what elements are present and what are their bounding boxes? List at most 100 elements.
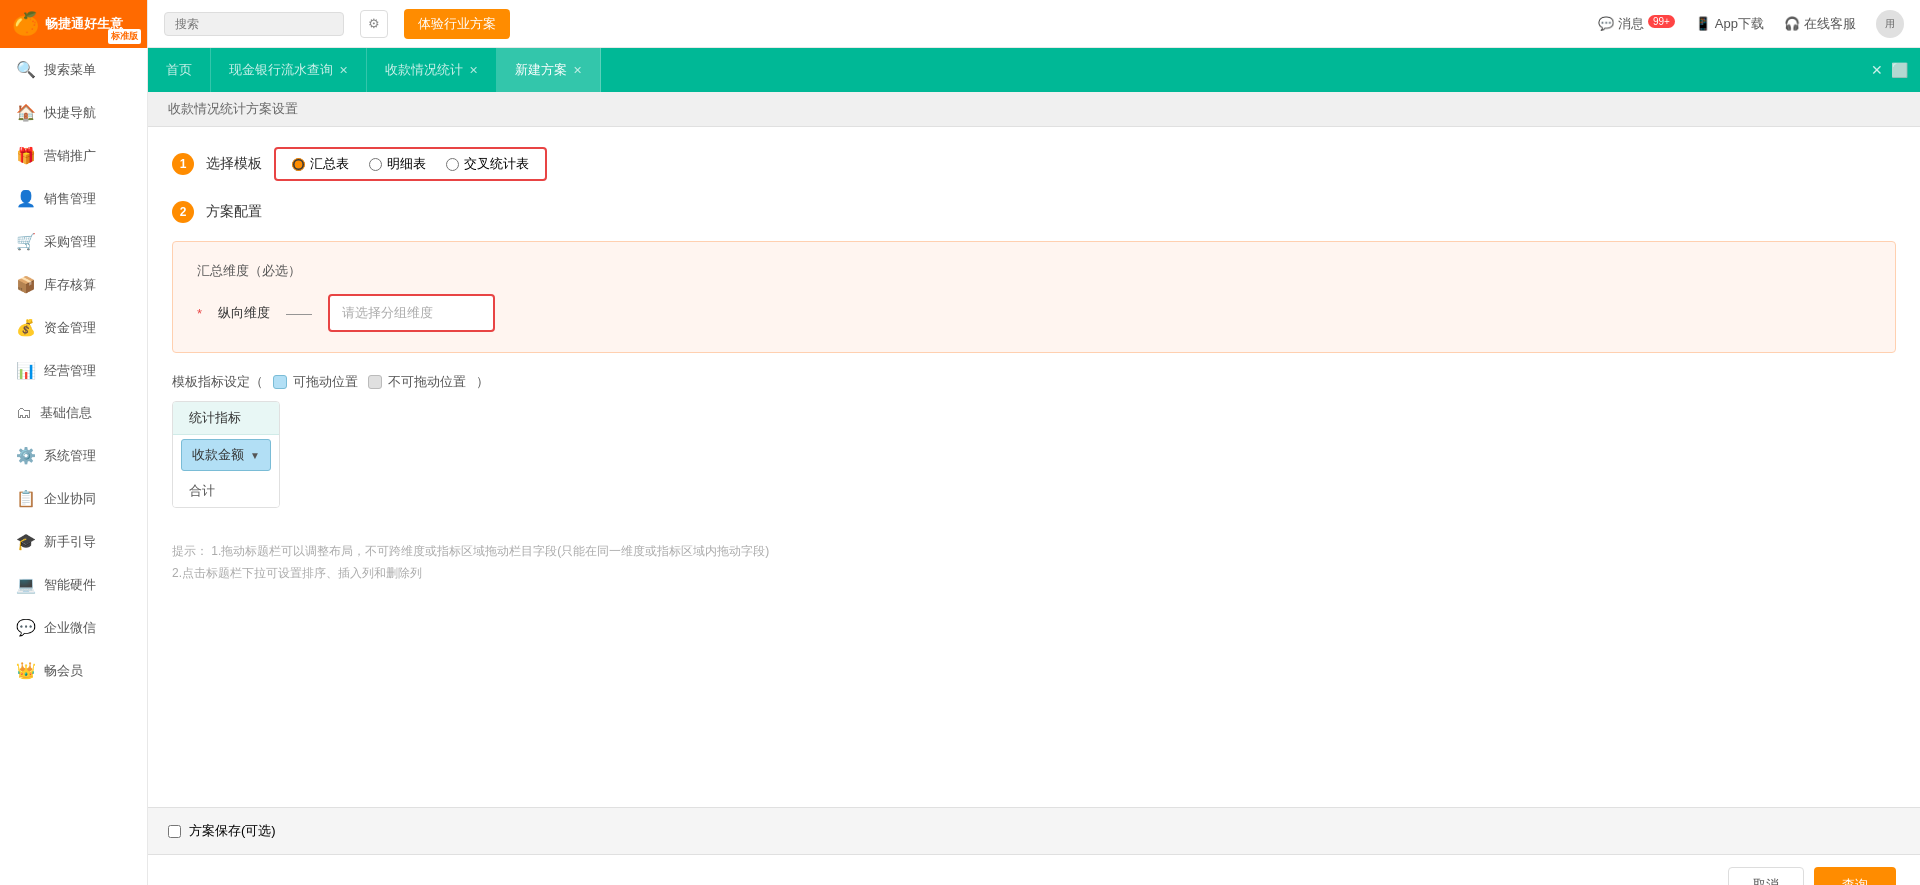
download-label: App下载 [1715, 15, 1764, 33]
sidebar-item-label: 营销推广 [44, 147, 96, 165]
step1-title: 选择模板 [206, 155, 262, 173]
download-icon: 📱 [1695, 16, 1711, 31]
sidebar-item-search[interactable]: 🔍 搜索菜单 [0, 48, 147, 91]
sidebar-item-hardware[interactable]: 💻 智能硬件 [0, 563, 147, 606]
sidebar-item-basic[interactable]: 🗂 基础信息 [0, 392, 147, 434]
tab-cash[interactable]: 现金银行流水查询 ✕ [211, 48, 367, 92]
notification-button[interactable]: 💬 消息 99+ [1598, 15, 1675, 33]
fixed-dot [368, 375, 382, 389]
page-title: 收款情况统计方案设置 [168, 101, 298, 116]
step1-section: 1 选择模板 汇总表 明细表 交叉统计表 [172, 147, 1896, 181]
movable-dot [273, 375, 287, 389]
gift-icon: 🎁 [16, 146, 36, 165]
indicator-subtag-total: 合计 [173, 475, 279, 507]
save-checkbox[interactable] [168, 825, 181, 838]
template-radio-group: 汇总表 明细表 交叉统计表 [274, 147, 547, 181]
sidebar-item-inventory[interactable]: 📦 库存核算 [0, 263, 147, 306]
tab-cash-label: 现金银行流水查询 [229, 61, 333, 79]
sidebar-item-nav[interactable]: 🏠 快捷导航 [0, 91, 147, 134]
search-icon: 🔍 [16, 60, 36, 79]
logo-badge: 标准版 [108, 29, 141, 44]
dimension-block: 汇总维度（必选） * 纵向维度 —— 请选择分组维度 [172, 241, 1896, 353]
sidebar-item-label: 销售管理 [44, 190, 96, 208]
content-area: 收款情况统计方案设置 1 选择模板 汇总表 明细表 [148, 92, 1920, 885]
service-label: 在线客服 [1804, 15, 1856, 33]
sidebar-item-label: 经营管理 [44, 362, 96, 380]
dim-placeholder: 请选择分组维度 [342, 305, 433, 320]
sidebar-item-guide[interactable]: 🎓 新手引导 [0, 520, 147, 563]
query-button[interactable]: 查询 [1814, 867, 1896, 885]
tip-text-2: 2.点击标题栏下拉可设置排序、插入列和删除列 [172, 563, 422, 585]
user-icon: 👤 [16, 189, 36, 208]
step2-header: 2 方案配置 [172, 201, 1896, 223]
money-icon: 💰 [16, 318, 36, 337]
user-avatar[interactable]: 用 [1876, 10, 1904, 38]
indicator-header: 模板指标设定（ 可拖动位置 不可拖动位置 ） [172, 373, 1896, 391]
tip-text-1: 提示： 1.拖动标题栏可以调整布局，不可跨维度或指标区域拖动栏目字段(只能在同一… [172, 541, 769, 563]
sidebar-item-label: 搜索菜单 [44, 61, 96, 79]
sidebar-item-label: 企业协同 [44, 490, 96, 508]
radio-summary-input[interactable] [292, 158, 305, 171]
gear-icon: ⚙️ [16, 446, 36, 465]
radio-cross[interactable]: 交叉统计表 [446, 155, 529, 173]
required-star: * [197, 306, 202, 321]
legend-movable: 可拖动位置 [273, 373, 358, 391]
step2-badge: 2 [172, 201, 194, 223]
sidebar-item-label: 采购管理 [44, 233, 96, 251]
sidebar-item-label: 企业微信 [44, 619, 96, 637]
folder-icon: 🗂 [16, 404, 32, 422]
tab-cash-close[interactable]: ✕ [339, 64, 348, 77]
step2-title: 方案配置 [206, 203, 262, 221]
sidebar-item-sales[interactable]: 👤 销售管理 [0, 177, 147, 220]
sidebar-item-purchase[interactable]: 🛒 采购管理 [0, 220, 147, 263]
tab-collection[interactable]: 收款情况统计 ✕ [367, 48, 497, 92]
tip-line-1: 提示： 1.拖动标题栏可以调整布局，不可跨维度或指标区域拖动栏目字段(只能在同一… [172, 541, 1896, 563]
tip-line-2: 2.点击标题栏下拉可设置排序、插入列和删除列 [172, 563, 1896, 585]
top-header: ⚙ 体验行业方案 💬 消息 99+ 📱 App下载 🎧 在线客服 用 [148, 0, 1920, 48]
wechat-icon: 💬 [16, 618, 36, 637]
search-input[interactable] [164, 12, 344, 36]
tab-collection-label: 收款情况统计 [385, 61, 463, 79]
radio-detail-input[interactable] [369, 158, 382, 171]
industry-button[interactable]: 体验行业方案 [404, 9, 510, 39]
sidebar-item-wechat[interactable]: 💬 企业微信 [0, 606, 147, 649]
save-label: 方案保存(可选) [189, 822, 276, 840]
online-service-button[interactable]: 🎧 在线客服 [1784, 15, 1856, 33]
radio-summary-label: 汇总表 [310, 155, 349, 173]
tab-home[interactable]: 首页 [148, 48, 211, 92]
chart-icon: 📊 [16, 361, 36, 380]
radio-detail[interactable]: 明细表 [369, 155, 426, 173]
vip-icon: 👑 [16, 661, 36, 680]
app-download-button[interactable]: 📱 App下载 [1695, 15, 1764, 33]
sidebar-item-collab[interactable]: 📋 企业协同 [0, 477, 147, 520]
step1-badge: 1 [172, 153, 194, 175]
sidebar-item-marketing[interactable]: 🎁 营销推广 [0, 134, 147, 177]
indicator-tag-amount[interactable]: 收款金额 ▼ [181, 439, 271, 471]
service-icon: 🎧 [1784, 16, 1800, 31]
fixed-label: 不可拖动位置 [388, 373, 466, 391]
tab-home-label: 首页 [166, 61, 192, 79]
dim-select-box[interactable]: 请选择分组维度 [328, 294, 495, 332]
close-paren: ） [476, 373, 489, 391]
sidebar-item-label: 基础信息 [40, 404, 92, 422]
radio-cross-label: 交叉统计表 [464, 155, 529, 173]
dim-arrow: —— [286, 306, 312, 321]
radio-summary[interactable]: 汇总表 [292, 155, 349, 173]
sidebar-item-system[interactable]: ⚙️ 系统管理 [0, 434, 147, 477]
notif-label: 消息 [1618, 15, 1644, 33]
sidebar-item-finance[interactable]: 💰 资金管理 [0, 306, 147, 349]
tab-new-plan[interactable]: 新建方案 ✕ [497, 48, 601, 92]
sidebar-item-management[interactable]: 📊 经营管理 [0, 349, 147, 392]
settings-button[interactable]: ⚙ [360, 10, 388, 38]
tab-new-plan-close[interactable]: ✕ [573, 64, 582, 77]
sidebar-item-vip[interactable]: 👑 畅会员 [0, 649, 147, 692]
cart-icon: 🛒 [16, 232, 36, 251]
indicator-table-header: 统计指标 [173, 402, 279, 435]
cancel-button[interactable]: 取消 [1728, 867, 1804, 885]
sidebar-item-label: 资金管理 [44, 319, 96, 337]
tab-collection-close[interactable]: ✕ [469, 64, 478, 77]
radio-cross-input[interactable] [446, 158, 459, 171]
maximize-icon[interactable]: ⬜ [1891, 62, 1908, 78]
indicator-label: 模板指标设定（ [172, 373, 263, 391]
close-all-icon[interactable]: ✕ [1871, 62, 1883, 78]
